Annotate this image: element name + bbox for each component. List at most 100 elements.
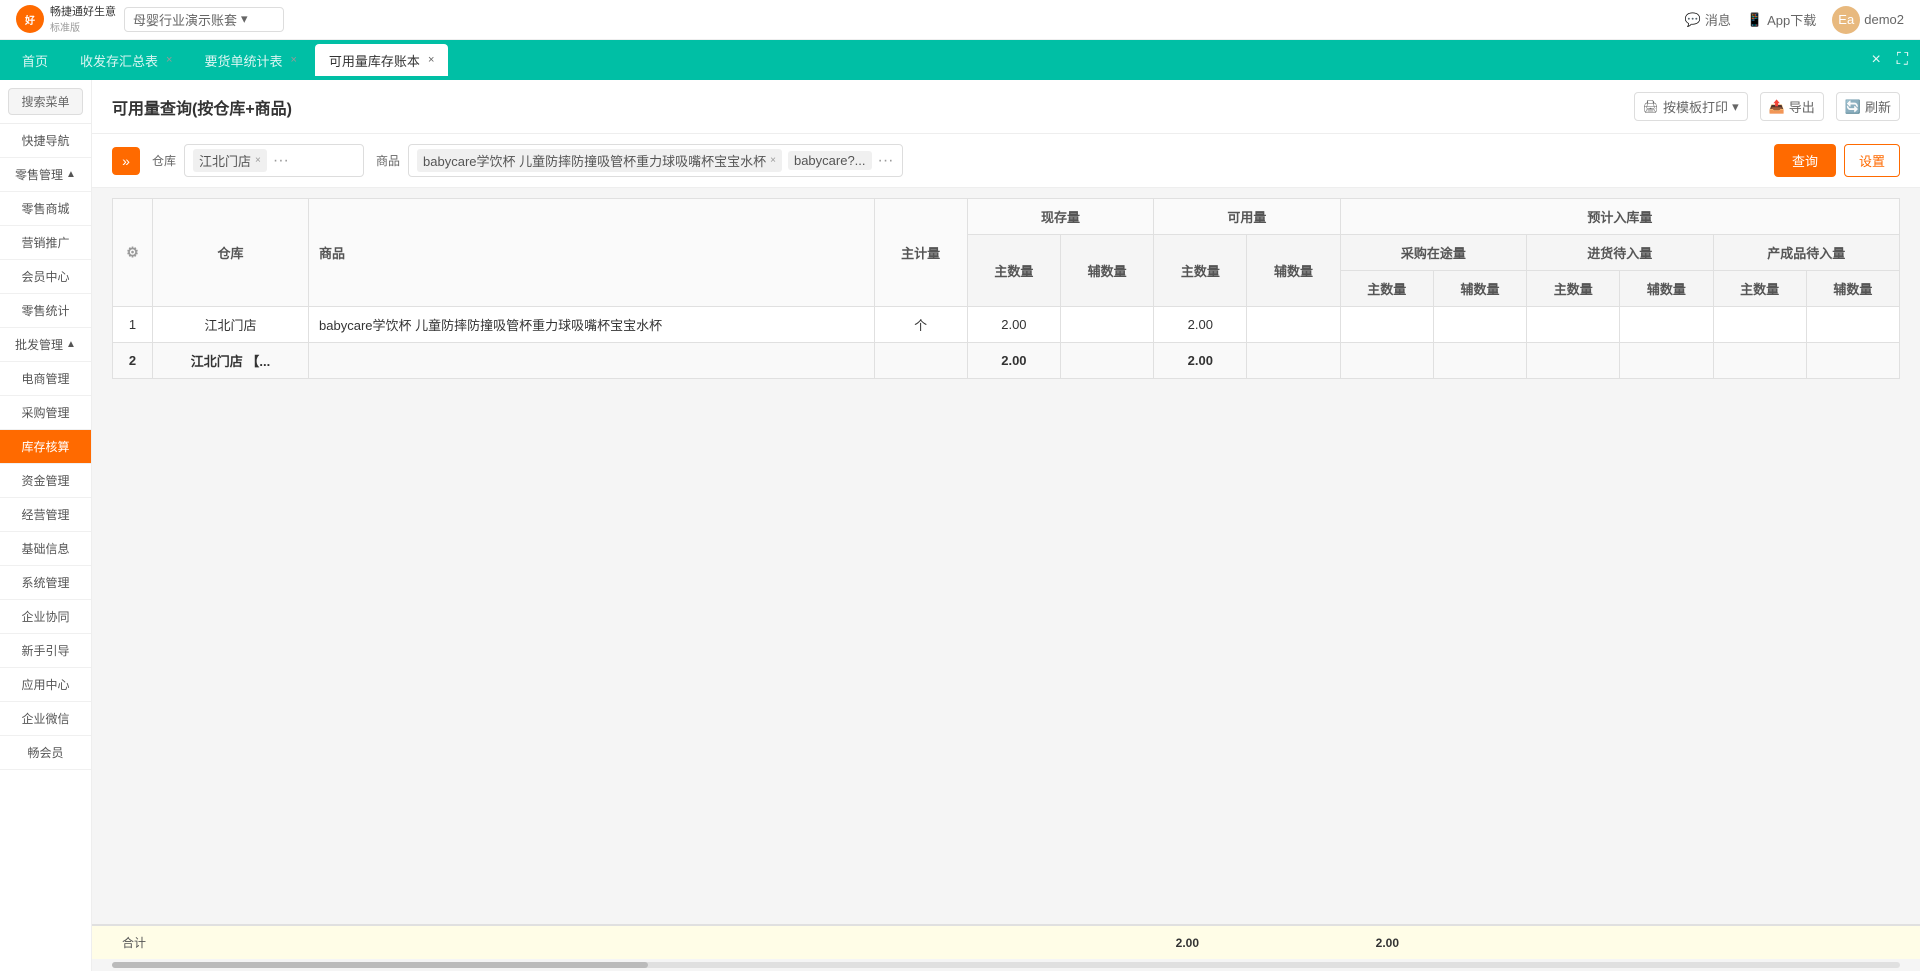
user-area[interactable]: Ea demo2 — [1832, 6, 1904, 34]
print-label: 按模板打印 — [1663, 97, 1728, 116]
product-tag1-close[interactable]: × — [770, 155, 776, 166]
sidebar-item-ecommerce[interactable]: 电商管理 — [0, 362, 91, 396]
col-header-available-main-qty: 主数量 — [1154, 235, 1247, 307]
sidebar-item-retail-mgmt[interactable]: 零售管理 ▲ — [0, 158, 91, 192]
product-tag2-value: babycare?... — [794, 153, 866, 168]
sidebar-item-wholesale-mgmt[interactable]: 批发管理 ▲ — [0, 328, 91, 362]
page-header-actions: 🖨 按模板打印 ▾ 📤 导出 🔄 刷新 — [1634, 92, 1900, 121]
sidebar-item-app-center[interactable]: 应用中心 — [0, 668, 91, 702]
tab-inventory-summary-label: 收发存汇总表 — [80, 51, 158, 70]
scroll-track[interactable] — [112, 962, 1900, 968]
sidebar-item-finance-mgmt[interactable]: 资金管理 — [0, 464, 91, 498]
row1-product: babycare学饮杯 儿童防摔防撞吸管杯重力球吸嘴杯宝宝水杯 — [309, 307, 875, 343]
sidebar-item-basic-info[interactable]: 基础信息 — [0, 532, 91, 566]
tab-inventory-summary[interactable]: 收发存汇总表 × — [66, 44, 186, 76]
industry-selector[interactable]: 母婴行业演示账套 ▾ — [124, 7, 284, 32]
filter-toggle-btn[interactable]: » — [112, 147, 140, 175]
tab-order-stats-close[interactable]: × — [290, 54, 296, 66]
app-download-icon: 📱 — [1747, 12, 1763, 28]
col-settings[interactable]: ⚙ — [113, 199, 153, 307]
sidebar-item-member[interactable]: 畅会员 — [0, 736, 91, 770]
print-template-btn[interactable]: 🖨 按模板打印 ▾ — [1634, 92, 1748, 121]
row1-product-in-main — [1713, 307, 1806, 343]
nav-tabs: 首页 收发存汇总表 × 要货单统计表 × 可用量库存账本 × × ⛶ — [0, 40, 1920, 80]
warehouse-more-icon[interactable]: ··· — [273, 152, 289, 170]
sidebar-item-retail-mall[interactable]: 零售商城 — [0, 192, 91, 226]
row1-warehouse: 江北门店 — [153, 307, 309, 343]
content-area: 可用量查询(按仓库+商品) 🖨 按模板打印 ▾ 📤 导出 🔄 刷新 » — [92, 80, 1920, 971]
col-header-product: 商品 — [309, 199, 875, 307]
sidebar-item-retail-stats[interactable]: 零售统计 — [0, 294, 91, 328]
row1-current-main-qty: 2.00 — [967, 307, 1060, 343]
tab-order-stats-label: 要货单统计表 — [204, 51, 282, 70]
row1-goods-in-aux — [1620, 307, 1713, 343]
search-menu-btn[interactable]: 搜索菜单 — [8, 88, 83, 115]
row1-goods-in-main — [1527, 307, 1620, 343]
footer-label: 合计 — [112, 934, 212, 951]
sidebar-item-inventory-accounting[interactable]: 库存核算 — [0, 430, 91, 464]
industry-chevron-icon: ▾ — [241, 11, 248, 27]
sidebar-item-new-guide[interactable]: 新手引导 — [0, 634, 91, 668]
row1-current-aux-qty — [1061, 307, 1154, 343]
gear-icon[interactable]: ⚙ — [126, 244, 139, 260]
tab-inventory-summary-close[interactable]: × — [166, 54, 172, 66]
product-more-icon[interactable]: ··· — [878, 152, 894, 170]
sidebar-item-enterprise-wechat[interactable]: 企业微信 — [0, 702, 91, 736]
col-header-current-main-qty: 主数量 — [967, 235, 1060, 307]
table-row: 1 江北门店 babycare学饮杯 儿童防摔防撞吸管杯重力球吸嘴杯宝宝水杯 个… — [113, 307, 1900, 343]
sidebar-item-enterprise-collab[interactable]: 企业协同 — [0, 600, 91, 634]
row1-main-unit: 个 — [874, 307, 967, 343]
col-header-current-stock: 现存量 — [967, 199, 1153, 235]
sidebar-item-operations-mgmt[interactable]: 经营管理 — [0, 498, 91, 532]
row1-purchase-in-aux — [1433, 307, 1526, 343]
avatar: Ea — [1832, 6, 1860, 34]
filter-actions: 查询 设置 — [1774, 144, 1900, 177]
query-btn[interactable]: 查询 — [1774, 144, 1836, 177]
row2-goods-in-aux — [1620, 343, 1713, 379]
col-header-planned-in: 预计入库量 — [1340, 199, 1899, 235]
warehouse-tag-close[interactable]: × — [255, 155, 261, 166]
tab-order-stats[interactable]: 要货单统计表 × — [190, 44, 310, 76]
refresh-btn[interactable]: 🔄 刷新 — [1836, 92, 1900, 121]
sidebar-item-member-center[interactable]: 会员中心 — [0, 260, 91, 294]
col-header-warehouse: 仓库 — [153, 199, 309, 307]
row2-product-in-main — [1713, 343, 1806, 379]
product-filter-input[interactable]: babycare学饮杯 儿童防摔防撞吸管杯重力球吸嘴杯宝宝水杯 × babyca… — [408, 144, 902, 177]
sidebar-search-area: 搜索菜单 — [0, 80, 91, 124]
message-icon: 💬 — [1685, 12, 1701, 28]
sidebar-item-marketing[interactable]: 营销推广 — [0, 226, 91, 260]
tab-available-inventory[interactable]: 可用量库存账本 × — [315, 44, 448, 76]
table-footer-scroll — [92, 959, 1920, 971]
message-btn[interactable]: 💬 消息 — [1685, 10, 1731, 29]
export-icon: 📤 — [1769, 99, 1785, 115]
wholesale-chevron-icon: ▲ — [66, 339, 76, 350]
scroll-thumb[interactable] — [112, 962, 648, 968]
table-row: 2 江北门店 【... 2.00 2.00 — [113, 343, 1900, 379]
footer-current-main-total: 2.00 — [1137, 936, 1237, 950]
export-btn[interactable]: 📤 导出 — [1760, 92, 1824, 121]
tab-available-inventory-close[interactable]: × — [428, 54, 434, 66]
row1-purchase-in-main — [1340, 307, 1433, 343]
top-bar: 好 畅捷通好生意 标准版 母婴行业演示账套 ▾ 💬 消息 📱 App下载 Ea … — [0, 0, 1920, 40]
fullscreen-btn[interactable]: ⛶ — [1893, 47, 1912, 73]
sidebar-item-purchase-mgmt[interactable]: 采购管理 — [0, 396, 91, 430]
app-download-btn[interactable]: 📱 App下载 — [1747, 10, 1816, 29]
close-all-tabs-btn[interactable]: × — [1867, 47, 1884, 73]
sidebar-item-system-mgmt[interactable]: 系统管理 — [0, 566, 91, 600]
sidebar: 搜索菜单 快捷导航 零售管理 ▲ 零售商城 营销推广 会员中心 零售统计 批发管… — [0, 80, 92, 971]
product-filter-label: 商品 — [376, 152, 400, 169]
footer-available-main-total: 2.00 — [1337, 936, 1437, 950]
logo-text-block: 畅捷通好生意 标准版 — [50, 5, 116, 34]
product-tag1: babycare学饮杯 儿童防摔防撞吸管杯重力球吸嘴杯宝宝水杯 × — [417, 149, 782, 172]
refresh-icon: 🔄 — [1845, 99, 1861, 115]
row2-goods-in-main — [1527, 343, 1620, 379]
row2-current-main-qty: 2.00 — [967, 343, 1060, 379]
setting-btn[interactable]: 设置 — [1844, 144, 1900, 177]
top-bar-right: 💬 消息 📱 App下载 Ea demo2 — [1685, 6, 1904, 34]
row2-main-unit — [874, 343, 967, 379]
row1-available-main-qty: 2.00 — [1154, 307, 1247, 343]
warehouse-filter-input[interactable]: 江北门店 × ··· — [184, 144, 364, 177]
sidebar-item-quick-nav[interactable]: 快捷导航 — [0, 124, 91, 158]
tab-home[interactable]: 首页 — [8, 44, 62, 76]
warehouse-filter-label: 仓库 — [152, 152, 176, 169]
